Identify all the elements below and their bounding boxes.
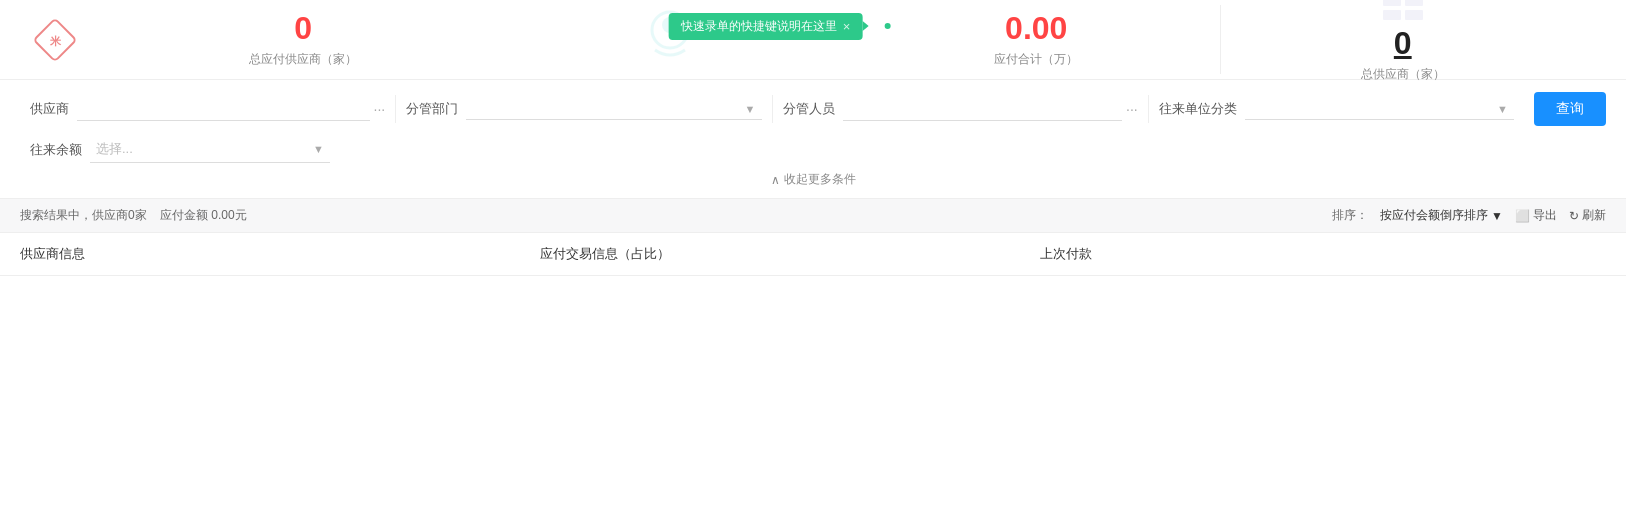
- refresh-icon: ↻: [1569, 209, 1579, 223]
- supplier-input[interactable]: [77, 97, 370, 121]
- refresh-button[interactable]: ↻ 刷新: [1569, 207, 1606, 224]
- stat-label-payable-total: 应付合计（万）: [994, 51, 1078, 68]
- filter-bar: 供应商 ··· 分管部门 ▼ 分管人员 ··· 往来单位分类 ▼: [0, 80, 1626, 199]
- svg-rect-6: [1383, 10, 1401, 20]
- unit-class-chevron-icon: ▼: [1497, 103, 1508, 115]
- sort-select[interactable]: 按应付会额倒序排序 ▼: [1380, 207, 1503, 224]
- collapse-label: 收起更多条件: [784, 171, 856, 188]
- tooltip-bubble: 快速录单的快捷键说明在这里 ×: [669, 13, 863, 40]
- department-label: 分管部门: [406, 100, 458, 118]
- stat-number-total-suppliers: 0: [1394, 26, 1412, 61]
- person-input[interactable]: [843, 97, 1123, 121]
- result-text: 搜索结果中，供应商0家: [20, 208, 147, 222]
- filter-supplier: 供应商 ···: [20, 97, 395, 121]
- table-body: [0, 276, 1626, 515]
- tooltip-close-button[interactable]: ×: [843, 19, 851, 34]
- stat-number-payable-suppliers: 0: [294, 11, 312, 46]
- sort-value: 按应付会额倒序排序: [1380, 207, 1488, 224]
- filter-row-1: 供应商 ··· 分管部门 ▼ 分管人员 ··· 往来单位分类 ▼: [20, 92, 1606, 126]
- export-button[interactable]: ⬜ 导出: [1515, 207, 1557, 224]
- collapse-chevron-icon: ∧: [771, 173, 780, 187]
- tooltip-dot: [882, 21, 892, 31]
- stat-number-payable-total: 0.00: [1005, 11, 1067, 46]
- table-col-transaction-info: 应付交易信息（占比）: [540, 245, 1040, 263]
- supplier-label: 供应商: [30, 100, 69, 118]
- sort-label: 排序：: [1332, 207, 1368, 224]
- supplier-dots-button[interactable]: ···: [374, 101, 386, 117]
- department-select[interactable]: ▼: [466, 99, 761, 120]
- tooltip-text: 快速录单的快捷键说明在这里: [681, 18, 837, 35]
- result-right: 排序： 按应付会额倒序排序 ▼ ⬜ 导出 ↻ 刷新: [1332, 207, 1606, 224]
- table-header: 供应商信息 应付交易信息（占比） 上次付款: [0, 233, 1626, 276]
- filter-unit-class: 往来单位分类 ▼: [1149, 99, 1524, 120]
- svg-rect-7: [1405, 10, 1423, 20]
- filter-row-2: 往来余额 选择... ▼: [20, 136, 1606, 163]
- stat-label-payable-suppliers: 总应付供应商（家）: [249, 51, 357, 68]
- collapse-button[interactable]: ∧ 收起更多条件: [771, 171, 856, 188]
- svg-rect-5: [1405, 0, 1423, 6]
- stat-total-payable-suppliers: 0 总应付供应商（家）: [40, 11, 487, 67]
- result-bar: 搜索结果中，供应商0家 应付金额 0.00元 排序： 按应付会额倒序排序 ▼ ⬜…: [0, 199, 1626, 233]
- balance-label: 往来余额: [30, 141, 82, 159]
- table-col-last-payment: 上次付款: [1040, 245, 1606, 263]
- result-amount: 应付金额 0.00元: [160, 208, 247, 222]
- stat-total-suppliers: 0 总供应商（家）: [1220, 0, 1587, 83]
- department-chevron-icon: ▼: [745, 103, 756, 115]
- query-button[interactable]: 查询: [1534, 92, 1606, 126]
- result-summary: 搜索结果中，供应商0家 应付金额 0.00元: [20, 207, 247, 224]
- person-dots-button[interactable]: ···: [1126, 101, 1138, 117]
- filter-balance: 往来余额 选择... ▼: [20, 136, 340, 163]
- export-label: 导出: [1533, 207, 1557, 224]
- balance-select[interactable]: 选择... ▼: [90, 136, 330, 163]
- sort-chevron-icon: ▼: [1491, 209, 1503, 223]
- unit-class-select[interactable]: ▼: [1245, 99, 1514, 120]
- filter-person: 分管人员 ···: [773, 97, 1148, 121]
- table-col-supplier-info: 供应商信息: [20, 245, 540, 263]
- suppliers-table-icon: [1383, 0, 1423, 21]
- stat-payable-total: 0.00 应付合计（万）: [853, 11, 1220, 67]
- balance-chevron-icon: ▼: [313, 143, 324, 155]
- export-icon: ⬜: [1515, 209, 1530, 223]
- filter-department: 分管部门 ▼: [396, 99, 771, 120]
- refresh-label: 刷新: [1582, 207, 1606, 224]
- balance-placeholder: 选择...: [96, 140, 313, 158]
- stat-label-total-suppliers: 总供应商（家）: [1361, 66, 1445, 83]
- middle-section: 快速录单的快捷键说明在这里 ×: [487, 5, 854, 75]
- stats-bar: 米 0 总应付供应商（家） 快速录单的快捷键说明在这里 × 0.00 应付合计（…: [0, 0, 1626, 80]
- unit-class-label: 往来单位分类: [1159, 100, 1237, 118]
- svg-rect-4: [1383, 0, 1401, 6]
- person-label: 分管人员: [783, 100, 835, 118]
